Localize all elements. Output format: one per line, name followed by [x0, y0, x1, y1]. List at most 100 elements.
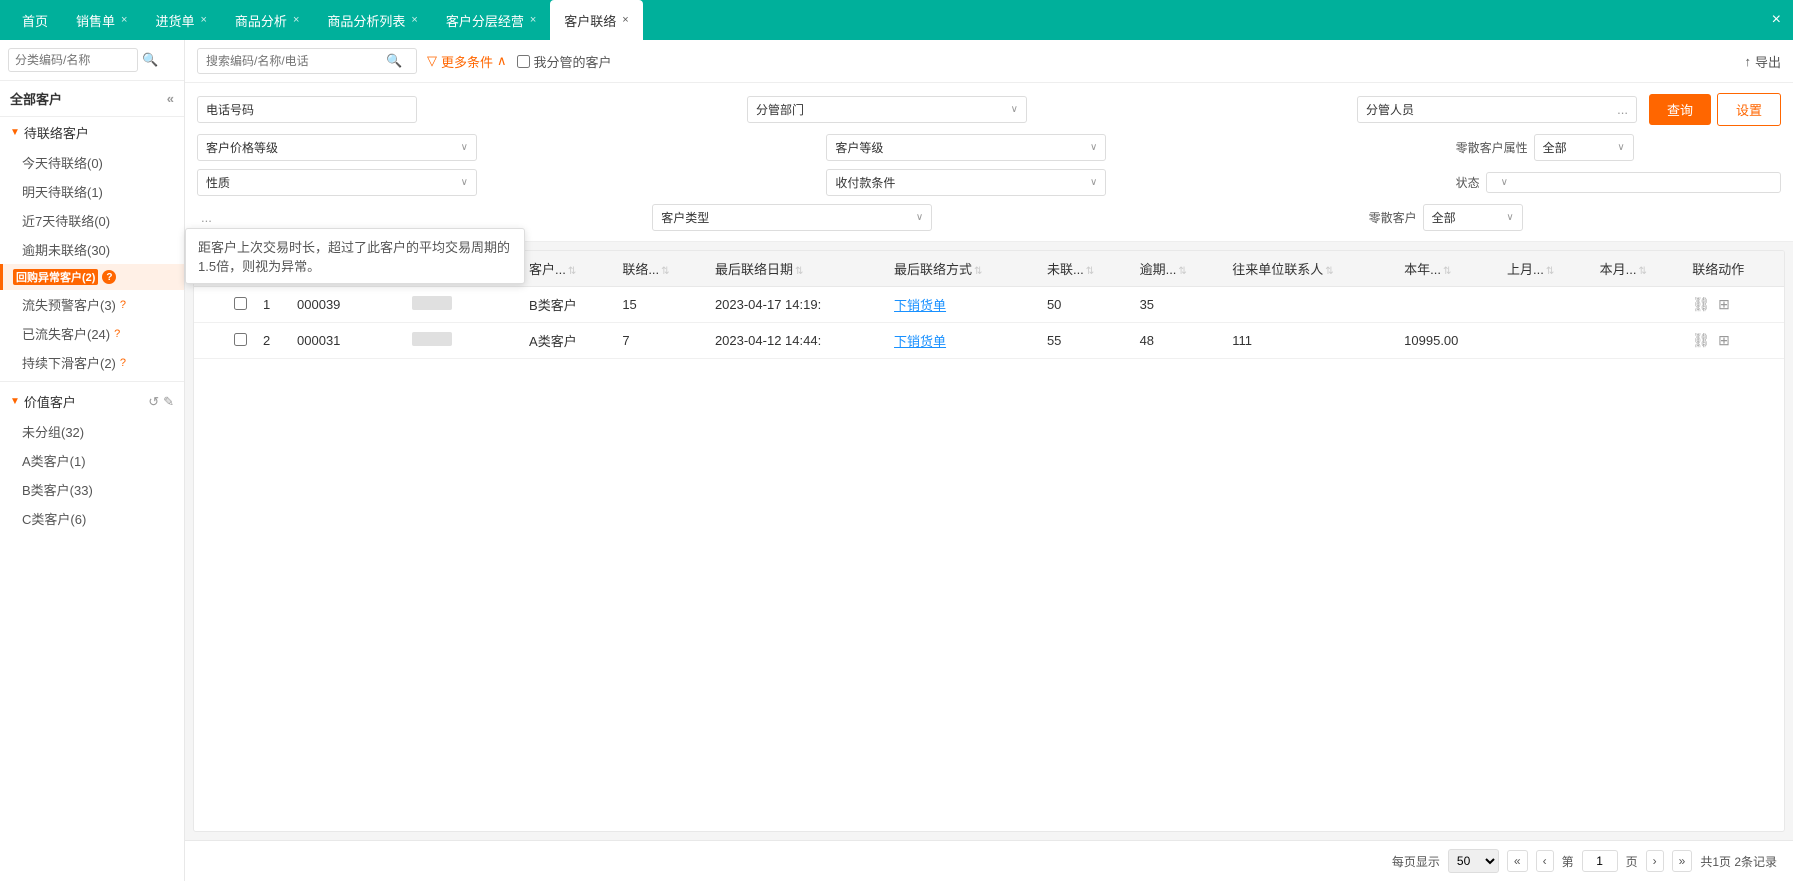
status-field[interactable]: ∨ — [1486, 172, 1781, 193]
row-checkbox-1[interactable] — [234, 333, 247, 346]
col-overdue[interactable]: 逾期...⇅ — [1132, 251, 1225, 287]
sidebar: 🔍 全部客户 « ▼ 待联络客户 今天待联络(0) 明天待联络(1) 近7天待联… — [0, 40, 185, 881]
next-page-btn[interactable]: › — [1646, 850, 1664, 872]
sidebar-item-overdue[interactable]: 逾期未联络(30) — [0, 235, 184, 264]
col-unit-contact[interactable]: 往来单位联系人⇅ — [1224, 251, 1396, 287]
nav-product-list-close[interactable]: × — [411, 14, 417, 26]
nav-product-list[interactable]: 商品分析列表 × — [313, 0, 431, 40]
first-page-btn[interactable]: « — [1507, 850, 1528, 872]
filter-row-4: ... 客户类型 ∨ 零散客户 全部 ∨ — [197, 204, 1781, 231]
nav-purchase[interactable]: 进货单 × — [141, 0, 220, 40]
col-uncontacted[interactable]: 未联...⇅ — [1039, 251, 1132, 287]
export-icon: ↑ — [1744, 54, 1751, 69]
last-page-btn[interactable]: » — [1672, 850, 1693, 872]
col-this-year[interactable]: 本年...⇅ — [1396, 251, 1499, 287]
row-last-method-cell[interactable]: 下销货单 — [886, 287, 1039, 323]
row4-dots: ... — [201, 210, 212, 225]
churned-help-icon[interactable]: ? — [114, 328, 120, 340]
sidebar-item-ungrouped[interactable]: 未分组(32) — [0, 417, 184, 446]
col-this-month[interactable]: 本月...⇅ — [1592, 251, 1685, 287]
nav-product-analysis-close[interactable]: × — [293, 14, 299, 26]
search-submit-icon[interactable]: 🔍 — [386, 53, 402, 69]
nav-customer-tier-close[interactable]: × — [530, 14, 536, 26]
settings-button[interactable]: 设置 — [1717, 93, 1781, 126]
sidebar-search-icon[interactable]: 🔍 — [142, 52, 158, 68]
sidebar-value-group[interactable]: ▼ 价值客户 ↺ ✎ — [0, 386, 184, 417]
customer-type-field[interactable]: 客户类型 ∨ — [652, 204, 932, 231]
retail-customer-arrow-icon: ∨ — [1506, 212, 1513, 223]
my-customer-checkbox[interactable] — [517, 55, 530, 68]
nav-customer-contact[interactable]: 客户联络 × — [550, 0, 642, 40]
row-contact-cell: 7 — [614, 323, 707, 359]
retail-attr-arrow-icon: ∨ — [1617, 142, 1624, 153]
sidebar-collapse-icon[interactable]: « — [167, 91, 174, 106]
row-link-icon[interactable]: ⛓ — [1692, 296, 1710, 313]
person-field[interactable]: 分管人员 ... — [1357, 96, 1637, 123]
nav-customer-tier[interactable]: 客户分层经营 × — [432, 0, 550, 40]
row-checkbox-cell[interactable] — [226, 323, 255, 359]
nav-product-analysis[interactable]: 商品分析 × — [221, 0, 313, 40]
row-last-method-cell[interactable]: 下销货单 — [886, 323, 1039, 359]
customer-grade-field[interactable]: 客户等级 ∨ — [826, 134, 1106, 161]
price-grade-field[interactable]: 客户价格等级 ∨ — [197, 134, 477, 161]
export-btn[interactable]: ↑ 导出 — [1744, 52, 1781, 71]
phone-field[interactable]: 电话号码 — [197, 96, 417, 123]
nav-home[interactable]: 首页 — [8, 0, 62, 40]
sidebar-item-churn-warning[interactable]: 流失预警客户(3) ? — [0, 290, 184, 319]
main-layout: 🔍 全部客户 « ▼ 待联络客户 今天待联络(0) 明天待联络(1) 近7天待联… — [0, 40, 1793, 881]
overdue-sort-icon: ⇅ — [1178, 266, 1186, 277]
sidebar-item-declining[interactable]: 持续下滑客户(2) ? — [0, 348, 184, 377]
sidebar-item-rebuy-abnormal[interactable]: 回购异常客户(2) ? — [0, 264, 184, 290]
nav-purchase-close[interactable]: × — [200, 14, 206, 26]
nav-sales[interactable]: 销售单 × — [62, 0, 141, 40]
col-contact[interactable]: 联络...⇅ — [614, 251, 707, 287]
nav-sales-close[interactable]: × — [121, 14, 127, 26]
row-action-cell: ⛓ ⊞ — [1684, 287, 1784, 323]
row-last-date-cell: 2023-04-12 14:44: — [707, 323, 886, 359]
value-edit-icon[interactable]: ✎ — [163, 394, 174, 410]
col-last-contact-method[interactable]: 最后联络方式⇅ — [886, 251, 1039, 287]
sidebar-all-customers[interactable]: 全部客户 « — [0, 81, 184, 117]
row-checkbox-0[interactable] — [234, 297, 247, 310]
more-conditions-btn[interactable]: ▽ 更多条件 ∧ — [427, 52, 507, 71]
col-last-month[interactable]: 上月...⇅ — [1499, 251, 1592, 287]
retail-attr-field[interactable]: 全部 ∨ — [1534, 134, 1634, 161]
action-buttons: 查询 设置 — [1649, 93, 1781, 126]
retail-customer-field[interactable]: 全部 ∨ — [1423, 204, 1523, 231]
row-link-icon[interactable]: ⛓ — [1692, 332, 1710, 349]
dept-field[interactable]: 分管部门 ∨ — [747, 96, 1027, 123]
value-refresh-icon[interactable]: ↺ — [148, 394, 159, 410]
sidebar-item-churned[interactable]: 已流失客户(24) ? — [0, 319, 184, 348]
query-button[interactable]: 查询 — [1649, 94, 1711, 125]
page-size-select[interactable]: 50 100 — [1448, 849, 1499, 873]
churn-warning-help-icon[interactable]: ? — [120, 299, 126, 311]
row-last-month-cell — [1499, 323, 1592, 359]
sidebar-search-input[interactable] — [8, 48, 138, 72]
sidebar-item-class-c[interactable]: C类客户(6) — [0, 504, 184, 533]
sidebar-item-7days[interactable]: 近7天待联络(0) — [0, 206, 184, 235]
col-type[interactable]: 客户...⇅ — [521, 251, 614, 287]
rebuy-help-icon[interactable]: ? — [102, 270, 116, 284]
nav-customer-contact-close[interactable]: × — [622, 14, 628, 26]
last-method-sort-icon: ⇅ — [974, 266, 982, 277]
row-grid-icon[interactable]: ⊞ — [1718, 332, 1730, 349]
declining-help-icon[interactable]: ? — [120, 357, 126, 369]
sidebar-item-tomorrow[interactable]: 明天待联络(1) — [0, 177, 184, 206]
sidebar-item-class-b[interactable]: B类客户(33) — [0, 475, 184, 504]
pagination: 每页显示 50 100 « ‹ 第 页 › » 共1页 2条记录 — [185, 840, 1793, 881]
last-date-sort-icon: ⇅ — [795, 266, 803, 277]
payment-field[interactable]: 收付款条件 ∨ — [826, 169, 1106, 196]
gender-field[interactable]: 性质 ∨ — [197, 169, 477, 196]
per-page-label: 每页显示 — [1392, 853, 1440, 870]
row-checkbox-cell[interactable] — [226, 287, 255, 323]
my-customer-filter[interactable]: 我分管的客户 — [517, 52, 612, 71]
search-input[interactable] — [206, 54, 386, 68]
sidebar-item-today[interactable]: 今天待联络(0) — [0, 148, 184, 177]
sidebar-pending-title[interactable]: ▼ 待联络客户 — [0, 117, 184, 148]
page-number-input[interactable] — [1582, 850, 1618, 872]
close-all-tabs[interactable]: × — [1772, 11, 1781, 29]
prev-page-btn[interactable]: ‹ — [1536, 850, 1554, 872]
col-last-contact-date[interactable]: 最后联络日期⇅ — [707, 251, 886, 287]
sidebar-item-class-a[interactable]: A类客户(1) — [0, 446, 184, 475]
row-grid-icon[interactable]: ⊞ — [1718, 296, 1730, 313]
